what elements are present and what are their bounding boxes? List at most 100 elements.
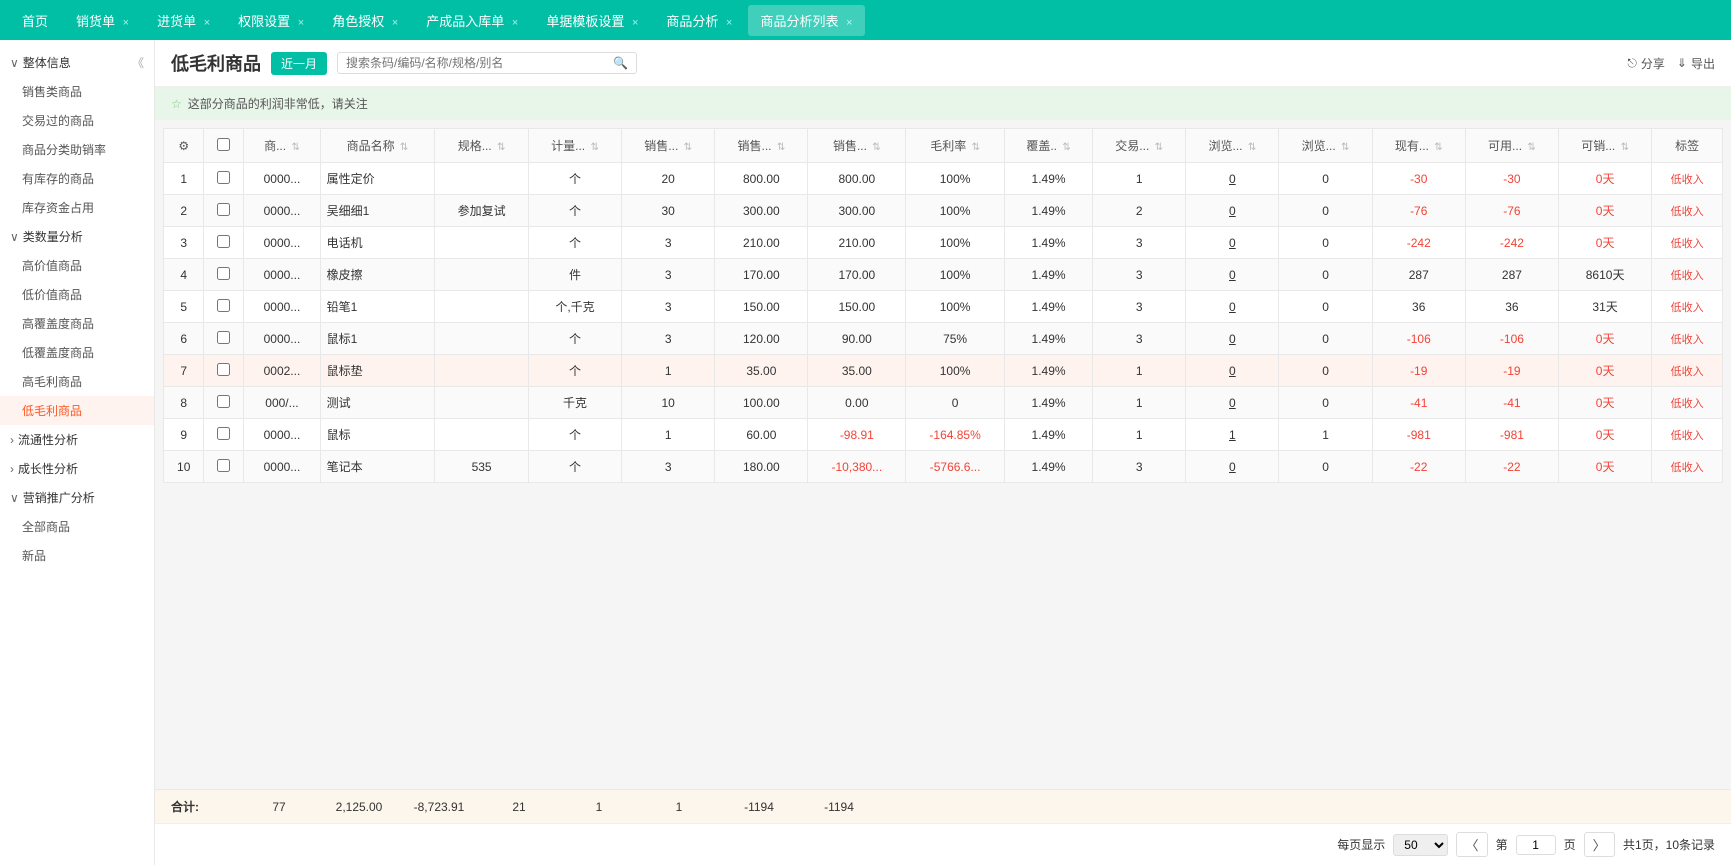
col-spec[interactable]: 规格... ⇅ <box>435 129 529 163</box>
row-views1[interactable]: 0 <box>1186 387 1279 419</box>
sidebar-group-overall[interactable]: ∨ 整体信息 《 <box>0 48 154 77</box>
col-views2[interactable]: 浏览... ⇅ <box>1279 129 1372 163</box>
sidebar-item-stocked-products[interactable]: 有库存的商品 <box>0 164 154 193</box>
close-icon[interactable]: × <box>123 17 129 29</box>
row-stock: -981 <box>1372 419 1465 451</box>
sidebar-item-all-products[interactable]: 全部商品 <box>0 512 154 541</box>
row-views1[interactable]: 0 <box>1186 195 1279 227</box>
footer-available: -1194 <box>799 800 879 814</box>
settings-icon[interactable]: ⚙ <box>178 139 189 153</box>
col-saleable[interactable]: 可销... ⇅ <box>1559 129 1652 163</box>
close-icon[interactable]: × <box>512 17 518 29</box>
row-views1[interactable]: 0 <box>1186 163 1279 195</box>
col-tag[interactable]: 标签 <box>1652 129 1723 163</box>
col-sales-profit[interactable]: 销售... ⇅ <box>808 129 906 163</box>
row-views1[interactable]: 0 <box>1186 291 1279 323</box>
row-views1[interactable]: 1 <box>1186 419 1279 451</box>
row-views2: 0 <box>1279 259 1372 291</box>
sidebar-group-circulation[interactable]: › 流通性分析 <box>0 425 154 454</box>
row-views1[interactable]: 0 <box>1186 227 1279 259</box>
next-page-button[interactable]: 〉 <box>1584 832 1615 857</box>
sidebar-item-high-margin[interactable]: 高毛利商品 <box>0 367 154 396</box>
sidebar-item-new-products[interactable]: 新品 <box>0 541 154 570</box>
sidebar-group-growth[interactable]: › 成长性分析 <box>0 454 154 483</box>
col-unit[interactable]: 计量... ⇅ <box>528 129 621 163</box>
row-coverage: 1.49% <box>1004 323 1092 355</box>
row-checkbox[interactable] <box>204 387 244 419</box>
close-icon[interactable]: × <box>392 17 398 29</box>
export-button[interactable]: ⇓ 导出 <box>1677 55 1715 72</box>
col-coverage[interactable]: 覆盖.. ⇅ <box>1004 129 1092 163</box>
share-button[interactable]: ⎋ 分享 <box>1627 55 1665 72</box>
close-icon[interactable]: × <box>298 17 304 29</box>
row-available: -30 <box>1465 163 1558 195</box>
nav-product-analysis[interactable]: 商品分析 × <box>654 5 744 36</box>
row-checkbox[interactable] <box>204 227 244 259</box>
nav-template-settings[interactable]: 单据模板设置 × <box>534 5 650 36</box>
period-button[interactable]: 近一月 <box>271 52 327 75</box>
col-checkbox[interactable] <box>204 129 244 163</box>
sidebar-item-low-value[interactable]: 低价值商品 <box>0 280 154 309</box>
sidebar-group-quantity[interactable]: ∨ 类数量分析 <box>0 222 154 251</box>
sidebar-item-stock-capital[interactable]: 库存资金占用 <box>0 193 154 222</box>
row-checkbox[interactable] <box>204 419 244 451</box>
sidebar-item-traded-products[interactable]: 交易过的商品 <box>0 106 154 135</box>
close-icon[interactable]: × <box>726 17 732 29</box>
row-checkbox[interactable] <box>204 355 244 387</box>
nav-sales-order[interactable]: 销货单 × <box>64 5 141 36</box>
search-icon[interactable]: 🔍 <box>613 56 628 70</box>
sidebar-item-high-coverage[interactable]: 高覆盖度商品 <box>0 309 154 338</box>
row-checkbox[interactable] <box>204 163 244 195</box>
row-views1[interactable]: 0 <box>1186 355 1279 387</box>
col-settings[interactable]: ⚙ <box>164 129 204 163</box>
nav-analysis-list[interactable]: 商品分析列表 × <box>748 5 864 36</box>
sidebar-item-low-margin[interactable]: 低毛利商品 <box>0 396 154 425</box>
row-checkbox[interactable] <box>204 291 244 323</box>
row-views1[interactable]: 0 <box>1186 323 1279 355</box>
prev-page-button[interactable]: 〈 <box>1456 832 1487 857</box>
row-checkbox[interactable] <box>204 259 244 291</box>
row-name: 电话机 <box>320 227 435 259</box>
close-icon[interactable]: × <box>846 17 852 29</box>
col-stock[interactable]: 现有... ⇅ <box>1372 129 1465 163</box>
col-transactions[interactable]: 交易... ⇅ <box>1093 129 1186 163</box>
col-available[interactable]: 可用... ⇅ <box>1465 129 1558 163</box>
sidebar-item-low-coverage[interactable]: 低覆盖度商品 <box>0 338 154 367</box>
sidebar-item-sales-products[interactable]: 销售类商品 <box>0 77 154 106</box>
row-profit-rate: 100% <box>906 195 1005 227</box>
row-views1[interactable]: 0 <box>1186 259 1279 291</box>
col-code[interactable]: 商... ⇅ <box>244 129 320 163</box>
per-page-select[interactable]: 50 100 200 <box>1393 834 1448 856</box>
select-all-checkbox[interactable] <box>217 138 230 151</box>
col-views1[interactable]: 浏览... ⇅ <box>1186 129 1279 163</box>
row-sales-qty: 3 <box>622 227 715 259</box>
nav-home[interactable]: 首页 <box>10 5 60 36</box>
page-input[interactable] <box>1516 835 1556 855</box>
search-input[interactable] <box>346 56 607 70</box>
row-checkbox[interactable] <box>204 195 244 227</box>
row-views1[interactable]: 0 <box>1186 451 1279 483</box>
row-checkbox[interactable] <box>204 323 244 355</box>
sidebar-item-category-rate[interactable]: 商品分类助销率 <box>0 135 154 164</box>
close-icon[interactable]: × <box>204 17 210 29</box>
row-checkbox[interactable] <box>204 451 244 483</box>
row-unit: 个,千克 <box>528 291 621 323</box>
col-sales-amount[interactable]: 销售... ⇅ <box>715 129 808 163</box>
row-sales-profit: 0.00 <box>808 387 906 419</box>
nav-purchase-order[interactable]: 进货单 × <box>145 5 222 36</box>
row-transactions: 2 <box>1093 195 1186 227</box>
sidebar-group-marketing[interactable]: ∨ 营销推广分析 <box>0 483 154 512</box>
nav-permissions[interactable]: 权限设置 × <box>226 5 316 36</box>
row-available: 287 <box>1465 259 1558 291</box>
col-name[interactable]: 商品名称 ⇅ <box>320 129 435 163</box>
close-icon[interactable]: × <box>632 17 638 29</box>
col-sales-qty[interactable]: 销售... ⇅ <box>622 129 715 163</box>
nav-product-entry[interactable]: 产成品入库单 × <box>414 5 530 36</box>
row-num: 6 <box>164 323 204 355</box>
col-profit-rate[interactable]: 毛利率 ⇅ <box>906 129 1005 163</box>
collapse-icon[interactable]: 《 <box>132 54 144 71</box>
row-sales-profit: 210.00 <box>808 227 906 259</box>
nav-role-auth[interactable]: 角色授权 × <box>320 5 410 36</box>
sidebar-item-high-value[interactable]: 高价值商品 <box>0 251 154 280</box>
header-actions: ⎋ 分享 ⇓ 导出 <box>1627 55 1715 72</box>
